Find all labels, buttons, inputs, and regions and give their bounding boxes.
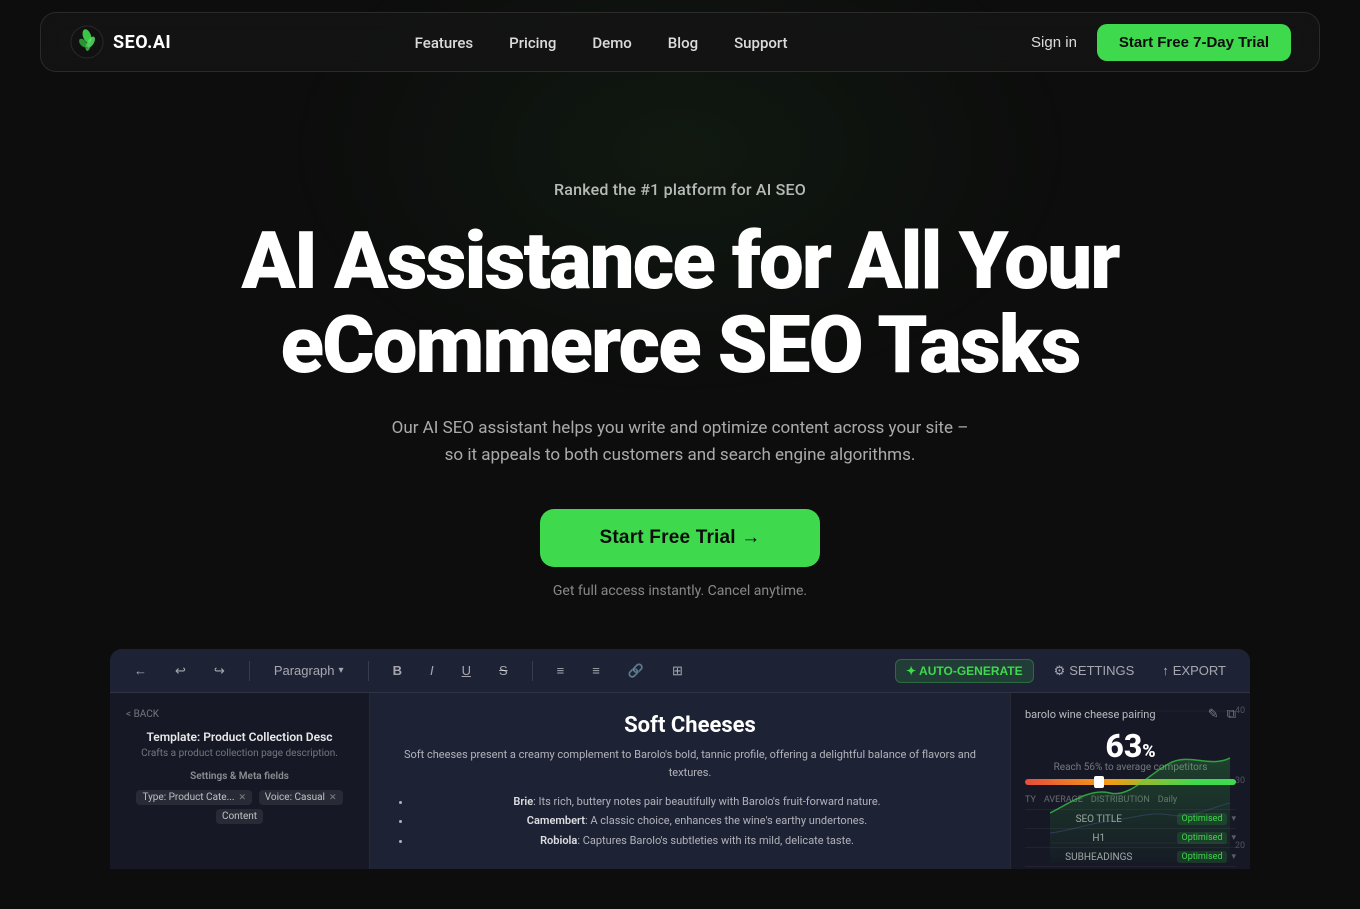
- trial-button[interactable]: Start Free 7-Day Trial: [1097, 24, 1291, 61]
- svg-text:20: 20: [1235, 841, 1245, 851]
- nav-support[interactable]: Support: [734, 34, 787, 52]
- tag-voice-close[interactable]: ✕: [329, 793, 337, 803]
- hero-note: Get full access instantly. Cancel anytim…: [553, 583, 807, 599]
- hero-title-line2: eCommerce SEO Tasks: [280, 298, 1079, 392]
- editor-title: Soft Cheeses: [398, 713, 982, 738]
- tag-content: Content: [216, 809, 263, 824]
- sidebar-back[interactable]: < BACK: [126, 709, 353, 720]
- toolbar-underline[interactable]: U: [454, 659, 479, 682]
- toolbar-link[interactable]: 🔗: [620, 659, 652, 683]
- toolbar-undo[interactable]: ↩: [167, 659, 194, 683]
- toolbar-settings[interactable]: ⚙ SETTINGS: [1046, 659, 1143, 683]
- dashboard-editor: Soft Cheeses Soft cheeses present a crea…: [370, 693, 1010, 869]
- dashboard-sidebar: < BACK Template: Product Collection Desc…: [110, 693, 370, 869]
- toolbar-back[interactable]: ←: [126, 659, 155, 682]
- list-item-brie: Brie: Its rich, buttery notes pair beaut…: [412, 792, 982, 812]
- hero-title: AI Assistance for All Your eCommerce SEO…: [241, 219, 1118, 387]
- toolbar-strike[interactable]: S: [491, 659, 516, 682]
- tag-type: Type: Product Cate... ✕: [136, 790, 252, 805]
- list-item-camembert: Camembert: A classic choice, enhances th…: [412, 811, 982, 831]
- toolbar-list-ol[interactable]: ≡: [584, 659, 608, 682]
- logo-icon: [69, 24, 105, 60]
- toolbar-list-ul[interactable]: ≡: [549, 659, 573, 682]
- list-item-robiola: Robiola: Captures Barolo's subtleties wi…: [412, 831, 982, 851]
- hero-badge: Ranked the #1 platform for AI SEO: [554, 180, 806, 199]
- tag-type-close[interactable]: ✕: [239, 793, 247, 803]
- sidebar-template-title: Template: Product Collection Desc: [126, 730, 353, 744]
- tag-voice: Voice: Casual ✕: [259, 790, 343, 805]
- nav-demo[interactable]: Demo: [592, 34, 631, 52]
- toolbar-italic[interactable]: I: [422, 659, 442, 682]
- editor-intro: Soft cheeses present a creamy complement…: [398, 746, 982, 781]
- toolbar-sep1: [249, 661, 250, 681]
- sidebar-tags: Type: Product Cate... ✕ Voice: Casual ✕ …: [126, 788, 353, 826]
- toolbar-table[interactable]: ⊞: [664, 659, 691, 683]
- hero-subtitle: Our AI SEO assistant helps you write and…: [390, 415, 970, 469]
- dashboard-toolbar: ← ↩ ↪ Paragraph ▾ B I U S ≡ ≡ 🔗 ⊞ ✦ AUTO…: [110, 649, 1250, 693]
- nav-blog[interactable]: Blog: [668, 34, 698, 52]
- sidebar-template-desc: Crafts a product collection page descrip…: [126, 748, 353, 759]
- logo-link[interactable]: SEO.AI: [69, 24, 171, 60]
- hero-section: Ranked the #1 platform for AI SEO AI Ass…: [0, 60, 1360, 909]
- svg-text:30: 30: [1235, 776, 1245, 786]
- sidebar-settings-label: Settings & Meta fields: [126, 771, 353, 782]
- hero-title-line1: AI Assistance for All Your: [241, 214, 1118, 308]
- toolbar-format[interactable]: Paragraph ▾: [266, 659, 352, 682]
- logo-text: SEO.AI: [113, 32, 171, 53]
- nav-right: Sign in Start Free 7-Day Trial: [1031, 24, 1291, 61]
- svg-text:40: 40: [1235, 706, 1245, 716]
- toolbar-export[interactable]: ↑ EXPORT: [1154, 659, 1234, 682]
- sign-in-button[interactable]: Sign in: [1031, 34, 1077, 51]
- nav-pricing[interactable]: Pricing: [509, 34, 556, 52]
- toolbar-redo[interactable]: ↪: [206, 659, 233, 683]
- nav-features[interactable]: Features: [415, 34, 473, 52]
- toolbar-sep3: [532, 661, 533, 681]
- editor-list: Brie: Its rich, buttery notes pair beaut…: [398, 792, 982, 851]
- chart-svg: 40 30 20: [1050, 693, 1250, 869]
- hero-cta-button[interactable]: Start Free Trial →: [540, 509, 821, 567]
- toolbar-auto-generate[interactable]: ✦ AUTO-GENERATE: [895, 659, 1034, 683]
- nav-links: Features Pricing Demo Blog Support: [415, 33, 788, 52]
- toolbar-bold[interactable]: B: [385, 659, 410, 682]
- dashboard-preview: ← ↩ ↪ Paragraph ▾ B I U S ≡ ≡ 🔗 ⊞ ✦ AUTO…: [110, 649, 1250, 869]
- toolbar-sep2: [368, 661, 369, 681]
